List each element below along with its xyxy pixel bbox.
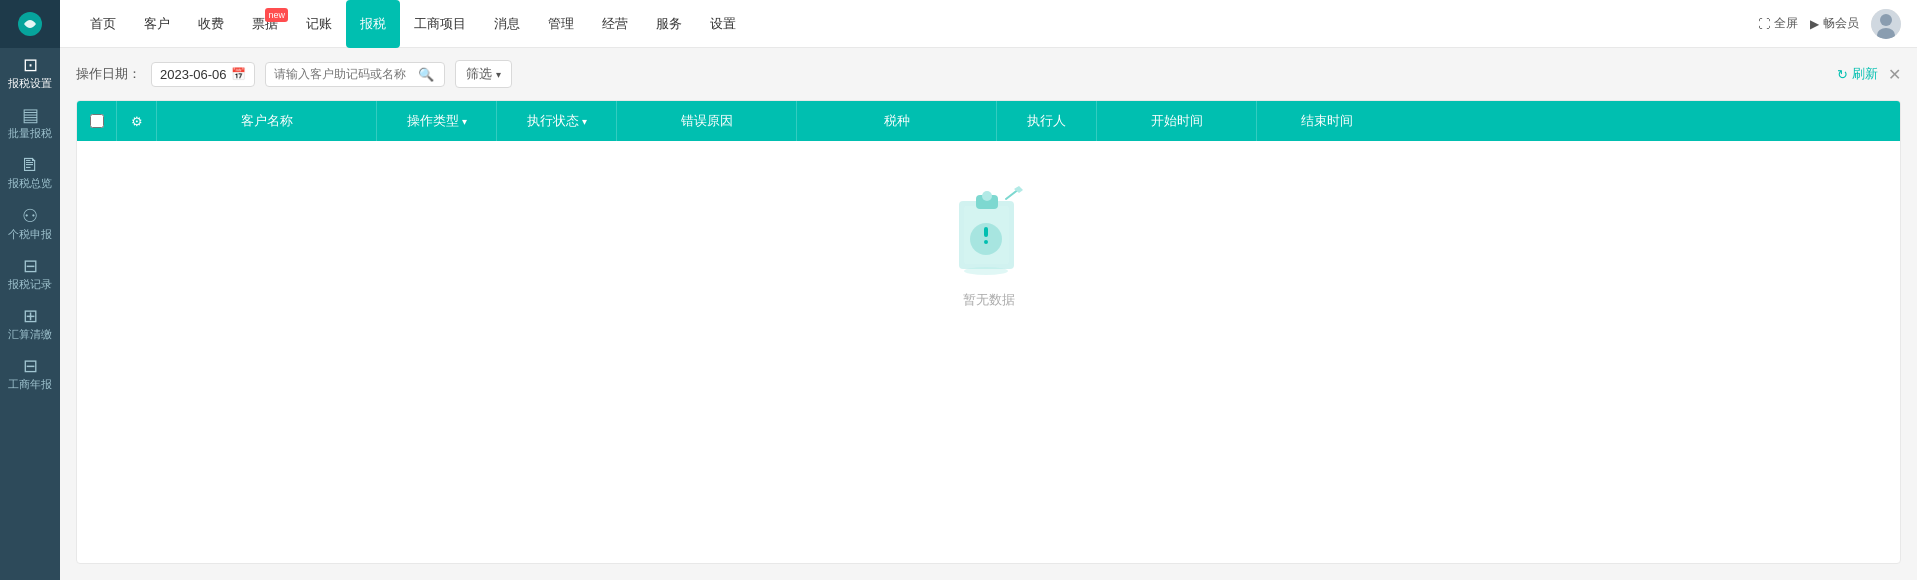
topnav-right: ⛶ 全屏 ▶ 畅会员 bbox=[1758, 9, 1901, 39]
nav-manage[interactable]: 管理 bbox=[534, 0, 588, 48]
empty-text: 暂无数据 bbox=[963, 291, 1015, 309]
topnav: 首页 客户 收费 票据 new 记账 报税 工商项目 消息 管理 经营 bbox=[60, 0, 1917, 48]
th-error-reason: 错误原因 bbox=[617, 101, 797, 141]
nav-service[interactable]: 服务 bbox=[642, 0, 696, 48]
sidebar-item-personal-tax[interactable]: ⚇ 个税申报 bbox=[0, 199, 60, 249]
sidebar-item-label: 汇算清缴 bbox=[8, 328, 52, 341]
main-area: 首页 客户 收费 票据 new 记账 报税 工商项目 消息 管理 经营 bbox=[60, 0, 1917, 580]
chevron-down-icon: ▾ bbox=[496, 69, 501, 80]
new-badge: new bbox=[265, 8, 288, 22]
fullscreen-btn[interactable]: ⛶ 全屏 bbox=[1758, 15, 1798, 32]
calendar-icon: 📅 bbox=[231, 67, 246, 81]
sidebar-item-batch-tax[interactable]: ▤ 批量报税 bbox=[0, 98, 60, 148]
nav-business[interactable]: 工商项目 bbox=[400, 0, 480, 48]
tax-summary-icon: 🖹 bbox=[21, 156, 39, 174]
nav-invoice[interactable]: 票据 new bbox=[238, 0, 292, 48]
sidebar-item-label: 报税记录 bbox=[8, 278, 52, 291]
th-checkbox[interactable] bbox=[77, 101, 117, 141]
sidebar-item-label: 工商年报 bbox=[8, 378, 52, 391]
avatar[interactable] bbox=[1871, 9, 1901, 39]
fullscreen-icon: ⛶ bbox=[1758, 17, 1770, 31]
filter-icon-2[interactable]: ▾ bbox=[582, 116, 587, 127]
sidebar-item-label: 个税申报 bbox=[8, 228, 52, 241]
nav-accounting[interactable]: 记账 bbox=[292, 0, 346, 48]
nav-operation[interactable]: 经营 bbox=[588, 0, 642, 48]
sidebar-item-tax-summary[interactable]: 🖹 报税总览 bbox=[0, 148, 60, 198]
sidebar-item-label: 报税总览 bbox=[8, 177, 52, 190]
sidebar-item-settlement[interactable]: ⊞ 汇算清缴 bbox=[0, 299, 60, 349]
toolbar-right: ↻ 刷新 ✕ bbox=[1837, 65, 1901, 84]
member-btn[interactable]: ▶ 畅会员 bbox=[1810, 15, 1859, 32]
nav-settings[interactable]: 设置 bbox=[696, 0, 750, 48]
nav-tax[interactable]: 报税 bbox=[346, 0, 400, 48]
th-customer-name: 客户名称 bbox=[157, 101, 377, 141]
select-all-checkbox[interactable] bbox=[90, 114, 104, 128]
empty-state: 暂无数据 bbox=[77, 141, 1900, 329]
date-label: 操作日期： bbox=[76, 65, 141, 83]
svg-point-2 bbox=[1880, 14, 1892, 26]
date-picker[interactable]: 2023-06-06 📅 bbox=[151, 62, 255, 87]
settings-icon: ⚙ bbox=[131, 114, 143, 129]
svg-point-13 bbox=[964, 267, 1008, 275]
th-start-time: 开始时间 bbox=[1097, 101, 1257, 141]
svg-rect-7 bbox=[982, 191, 992, 201]
close-button[interactable]: ✕ bbox=[1888, 65, 1901, 84]
sidebar-item-label: 报税设置 bbox=[8, 77, 52, 90]
tax-records-icon: ⊟ bbox=[23, 257, 38, 275]
member-icon: ▶ bbox=[1810, 17, 1819, 31]
svg-rect-9 bbox=[984, 227, 988, 237]
th-operation-type: 操作类型 ▾ bbox=[377, 101, 497, 141]
th-tax-type: 税种 bbox=[797, 101, 997, 141]
personal-tax-icon: ⚇ bbox=[22, 207, 38, 225]
tax-settings-icon: ⊡ bbox=[23, 56, 38, 74]
table-wrap: ⚙ 客户名称 操作类型 ▾ 执行状态 ▾ 错误原因 税种 bbox=[76, 100, 1901, 564]
sidebar-item-tax-records[interactable]: ⊟ 报税记录 bbox=[0, 249, 60, 299]
th-end-time: 结束时间 bbox=[1257, 101, 1397, 141]
nav-billing[interactable]: 收费 bbox=[184, 0, 238, 48]
sidebar: ⊡ 报税设置 ▤ 批量报税 🖹 报税总览 ⚇ 个税申报 ⊟ 报税记录 ⊞ 汇算清… bbox=[0, 0, 60, 580]
refresh-icon: ↻ bbox=[1837, 67, 1848, 82]
nav-home[interactable]: 首页 bbox=[76, 0, 130, 48]
toolbar: 操作日期： 2023-06-06 📅 🔍 筛选 ▾ ↻ 刷新 ✕ bbox=[60, 48, 1917, 100]
search-box[interactable]: 🔍 bbox=[265, 62, 445, 87]
th-settings[interactable]: ⚙ bbox=[117, 101, 157, 141]
th-executor: 执行人 bbox=[997, 101, 1097, 141]
nav-message[interactable]: 消息 bbox=[480, 0, 534, 48]
svg-rect-10 bbox=[984, 240, 988, 244]
search-input[interactable] bbox=[274, 67, 414, 81]
sidebar-item-annual-report[interactable]: ⊟ 工商年报 bbox=[0, 349, 60, 399]
annual-report-icon: ⊟ bbox=[23, 357, 38, 375]
search-icon: 🔍 bbox=[418, 67, 434, 82]
sidebar-logo bbox=[0, 0, 60, 48]
sidebar-item-label: 批量报税 bbox=[8, 127, 52, 140]
table-header: ⚙ 客户名称 操作类型 ▾ 执行状态 ▾ 错误原因 税种 bbox=[77, 101, 1900, 141]
batch-tax-icon: ▤ bbox=[22, 106, 39, 124]
empty-illustration bbox=[944, 181, 1034, 281]
sidebar-item-tax-settings[interactable]: ⊡ 报税设置 bbox=[0, 48, 60, 98]
content-area: 操作日期： 2023-06-06 📅 🔍 筛选 ▾ ↻ 刷新 ✕ bbox=[60, 48, 1917, 580]
th-exec-status: 执行状态 ▾ bbox=[497, 101, 617, 141]
settlement-icon: ⊞ bbox=[23, 307, 38, 325]
filter-button[interactable]: 筛选 ▾ bbox=[455, 60, 512, 88]
filter-label: 筛选 bbox=[466, 65, 492, 83]
date-value: 2023-06-06 bbox=[160, 67, 227, 82]
nav-customer[interactable]: 客户 bbox=[130, 0, 184, 48]
refresh-button[interactable]: ↻ 刷新 bbox=[1837, 65, 1878, 83]
filter-icon[interactable]: ▾ bbox=[462, 116, 467, 127]
